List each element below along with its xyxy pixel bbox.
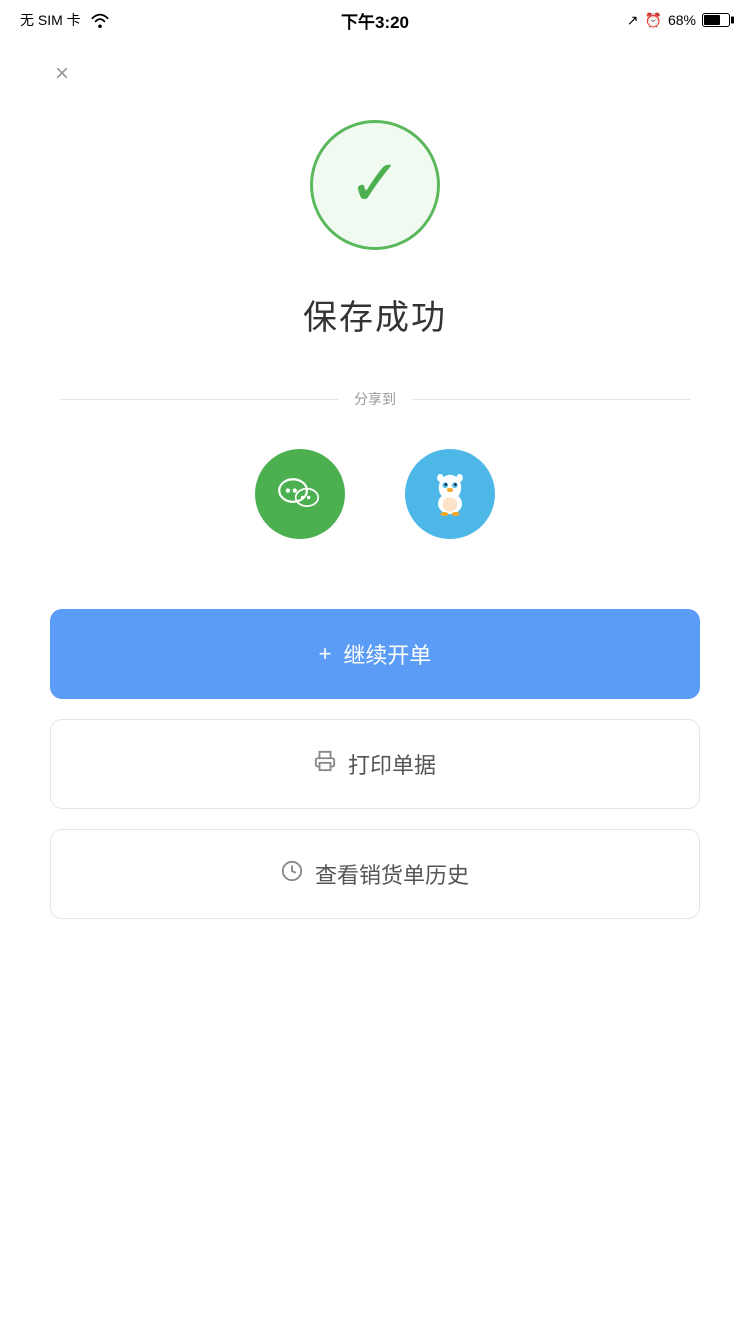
print-label: 打印单据 (348, 748, 436, 780)
status-left: 无 SIM 卡 (20, 10, 111, 30)
clock-icon (281, 860, 303, 888)
print-icon (314, 750, 336, 778)
checkmark-icon: ✓ (348, 151, 402, 215)
qq-share-button[interactable] (405, 449, 495, 539)
success-circle: ✓ (310, 120, 440, 250)
print-button[interactable]: 打印单据 (50, 719, 700, 809)
location-icon: ↗ (627, 12, 639, 29)
history-label: 查看销货单历史 (315, 858, 469, 890)
continue-button[interactable]: + 继续开单 (50, 609, 700, 699)
share-label: 分享到 (338, 389, 412, 409)
sim-status: 无 SIM 卡 (20, 10, 81, 30)
battery-fill (704, 15, 720, 25)
battery-percent: 68% (668, 12, 696, 28)
qq-icon (426, 470, 474, 518)
wechat-icon (274, 468, 326, 520)
main-content: ✓ 保存成功 分享到 (0, 40, 750, 919)
continue-label: 继续开单 (343, 638, 431, 670)
divider-line-right (412, 399, 690, 400)
close-button[interactable]: × (40, 52, 84, 96)
status-bar: 无 SIM 卡 下午3:20 ↗ ⏰ 68% (0, 0, 750, 40)
battery-bar (702, 13, 730, 27)
wifi-icon (89, 12, 111, 28)
history-button[interactable]: 查看销货单历史 (50, 829, 700, 919)
share-divider: 分享到 (0, 389, 750, 409)
status-time: 下午3:20 (341, 8, 409, 33)
wechat-share-button[interactable] (255, 449, 345, 539)
status-right: ↗ ⏰ 68% (627, 12, 730, 29)
divider-line-left (60, 399, 338, 400)
share-icons (255, 449, 495, 539)
success-title: 保存成功 (303, 290, 447, 339)
plus-icon: + (319, 641, 332, 667)
close-icon: × (55, 60, 69, 88)
action-buttons: + 继续开单 打印单据 查看销货单历史 (0, 609, 750, 919)
alarm-icon: ⏰ (645, 12, 662, 29)
